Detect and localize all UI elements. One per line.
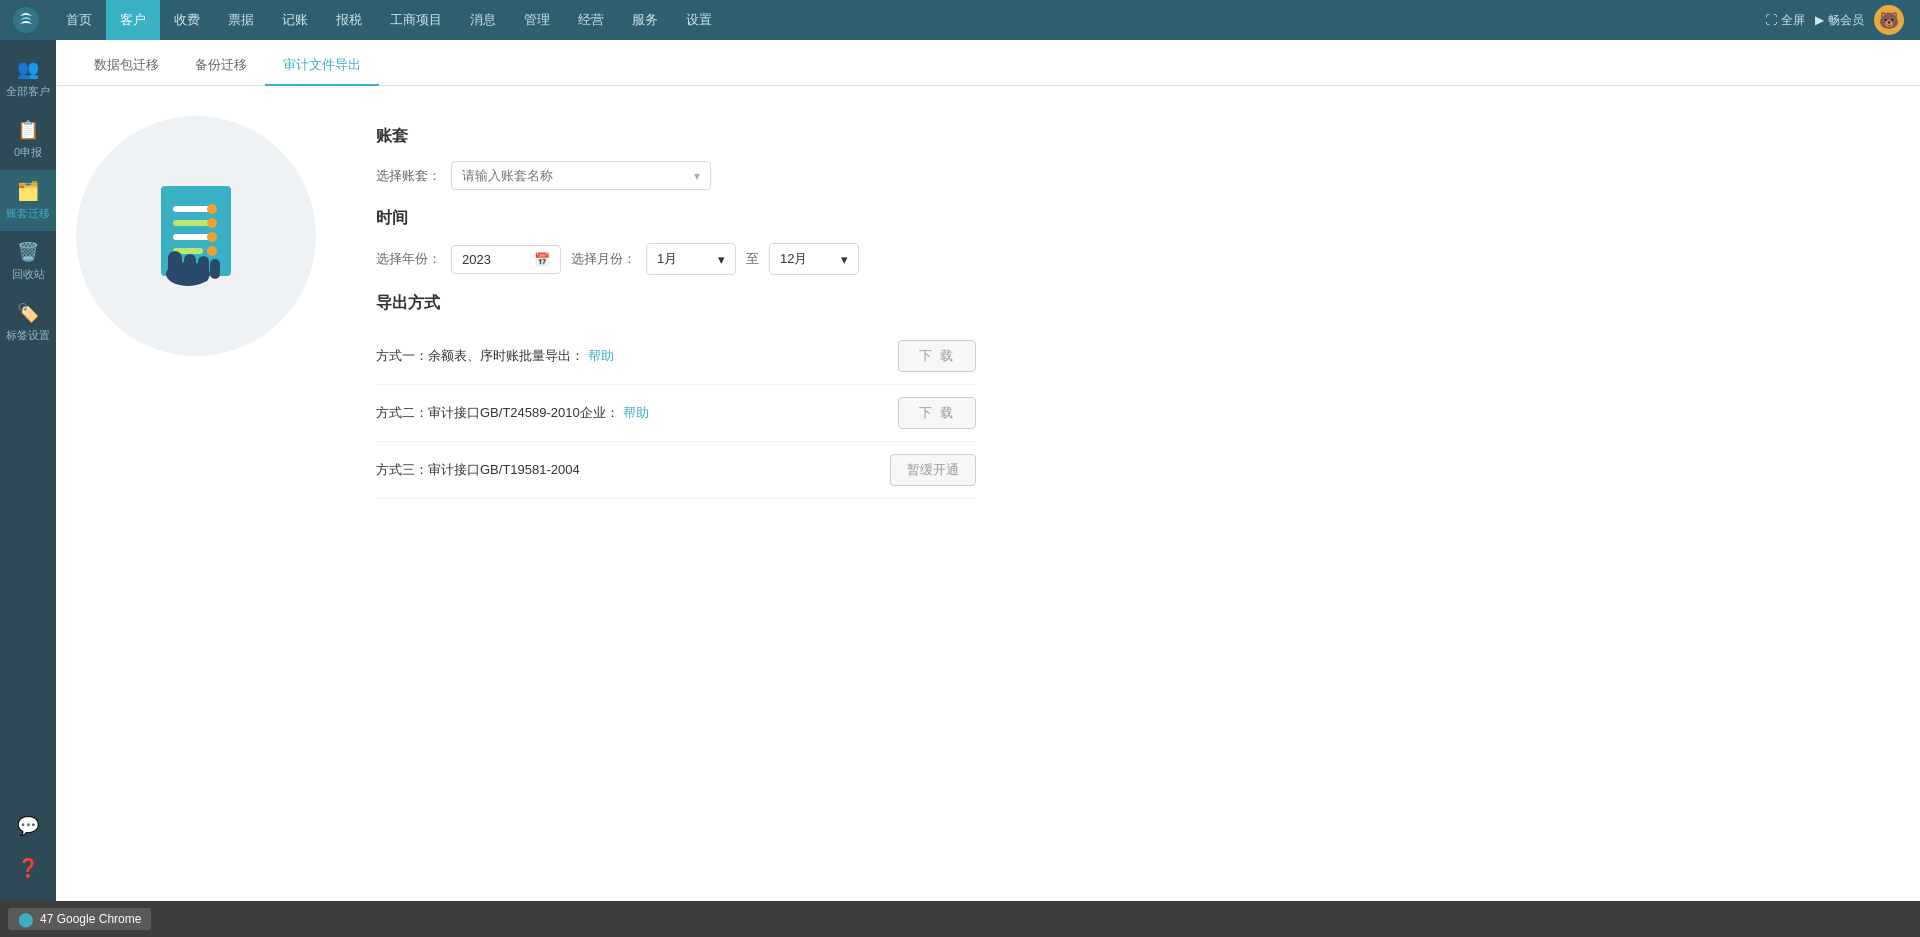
chat-icon: 💬 — [17, 815, 39, 837]
nav-charge[interactable]: 收费 — [160, 0, 214, 40]
sidebar-item-tag-settings[interactable]: 🏷️ 标签设置 — [0, 292, 56, 353]
fullscreen-icon: ⛶ — [1765, 13, 1777, 27]
svg-point-0 — [13, 7, 39, 33]
export-container: 账套 选择账套： ▾ 时间 选择年份： 2023 — [76, 116, 976, 499]
sidebar-item-label: 回收站 — [12, 267, 45, 282]
all-clients-icon: 👥 — [17, 58, 39, 80]
svg-rect-11 — [168, 251, 182, 281]
start-month-value: 1月 — [657, 250, 677, 268]
method-2-label: 方式二：审计接口GB/T24589-2010企业：帮助 — [376, 404, 649, 422]
end-month-select[interactable]: 12月 ▾ — [769, 243, 859, 275]
taskbar-chrome-label: 47 Google Chrome — [40, 912, 141, 926]
fullscreen-button[interactable]: ⛶ 全屏 — [1765, 12, 1805, 29]
method-3-label: 方式三：审计接口GB/T19581-2004 — [376, 461, 580, 479]
sidebar-item-label: 0申报 — [14, 145, 42, 160]
chevron-down-icon-end-month: ▾ — [841, 252, 848, 267]
sidebar-item-recycle[interactable]: 🗑️ 回收站 — [0, 231, 56, 292]
method-2-download-button[interactable]: 下 载 — [898, 397, 976, 429]
sidebar-item-all-clients[interactable]: 👥 全部客户 — [0, 48, 56, 109]
export-method-1: 方式一：余额表、序时账批量导出：帮助 下 载 — [376, 328, 976, 385]
tab-data-migration[interactable]: 数据包迁移 — [76, 46, 177, 86]
tab-bar: 数据包迁移 备份迁移 审计文件导出 — [56, 40, 1920, 86]
svg-point-6 — [207, 204, 217, 214]
sidebar-bottom: 💬 ❓ — [0, 805, 56, 901]
calendar-icon: 📅 — [534, 252, 550, 267]
member-icon: ▶ — [1815, 13, 1824, 27]
logo[interactable] — [8, 2, 44, 38]
end-month-value: 12月 — [780, 250, 807, 268]
svg-rect-12 — [184, 254, 196, 282]
method-1-label: 方式一：余额表、序时账批量导出：帮助 — [376, 347, 614, 365]
time-section-title: 时间 — [376, 208, 976, 229]
method-1-download-button[interactable]: 下 载 — [898, 340, 976, 372]
help-icon: ❓ — [17, 857, 39, 879]
main-layout: 👥 全部客户 📋 0申报 🗂️ 账套迁移 🗑️ 回收站 🏷️ 标签设置 💬 ❓ — [0, 40, 1920, 901]
page-content: 账套 选择账套： ▾ 时间 选择年份： 2023 — [56, 86, 1920, 901]
month-label: 选择月份： — [571, 250, 636, 268]
sidebar-item-help[interactable]: ❓ — [0, 847, 56, 889]
chevron-down-icon-month: ▾ — [718, 252, 725, 267]
export-method-2: 方式二：审计接口GB/T24589-2010企业：帮助 下 载 — [376, 385, 976, 442]
method-2-help-link[interactable]: 帮助 — [623, 405, 649, 420]
method-3-open-button[interactable]: 暂缓开通 — [890, 454, 976, 486]
svg-point-9 — [207, 246, 217, 256]
form-panel: 账套 选择账套： ▾ 时间 选择年份： 2023 — [376, 116, 976, 499]
user-avatar[interactable]: 🐻 — [1874, 5, 1904, 35]
nav-bookkeeping[interactable]: 记账 — [268, 0, 322, 40]
zero-decl-icon: 📋 — [17, 119, 39, 141]
export-method-3: 方式三：审计接口GB/T19581-2004 暂缓开通 — [376, 442, 976, 499]
top-navigation: 首页 客户 收费 票据 记账 报税 工商项目 消息 管理 经营 服务 设置 ⛶ … — [0, 0, 1920, 40]
nav-operation[interactable]: 经营 — [564, 0, 618, 40]
content-area: 数据包迁移 备份迁移 审计文件导出 — [56, 40, 1920, 901]
start-month-select[interactable]: 1月 ▾ — [646, 243, 736, 275]
time-select-row: 选择年份： 2023 📅 选择月份： 1月 ▾ 至 12月 — [376, 243, 976, 275]
nav-settings[interactable]: 设置 — [672, 0, 726, 40]
migration-icon: 🗂️ — [17, 180, 39, 202]
sidebar-item-migration[interactable]: 🗂️ 账套迁移 — [0, 170, 56, 231]
account-select-input[interactable]: ▾ — [451, 161, 711, 190]
svg-rect-14 — [210, 259, 220, 279]
method-1-help-link[interactable]: 帮助 — [588, 348, 614, 363]
export-section-title: 导出方式 — [376, 293, 976, 314]
year-label: 选择年份： — [376, 250, 441, 268]
taskbar-chrome[interactable]: ⬤ 47 Google Chrome — [8, 908, 151, 930]
tag-icon: 🏷️ — [17, 302, 39, 324]
chevron-down-icon: ▾ — [694, 169, 700, 183]
to-label: 至 — [746, 250, 759, 268]
taskbar: ⬤ 47 Google Chrome — [0, 901, 1920, 937]
sidebar-item-zero-declaration[interactable]: 📋 0申报 — [0, 109, 56, 170]
sidebar-item-label: 全部客户 — [6, 84, 50, 99]
sidebar: 👥 全部客户 📋 0申报 🗂️ 账套迁移 🗑️ 回收站 🏷️ 标签设置 💬 ❓ — [0, 40, 56, 901]
account-select-row: 选择账套： ▾ — [376, 161, 976, 190]
nav-client[interactable]: 客户 — [106, 0, 160, 40]
account-section-title: 账套 — [376, 126, 976, 147]
account-name-input[interactable] — [462, 168, 694, 183]
member-button[interactable]: ▶ 畅会员 — [1815, 12, 1864, 29]
export-illustration — [76, 116, 316, 356]
account-select-label: 选择账套： — [376, 167, 441, 185]
year-value: 2023 — [462, 252, 491, 267]
chrome-icon: ⬤ — [18, 911, 34, 927]
nav-message[interactable]: 消息 — [456, 0, 510, 40]
nav-home[interactable]: 首页 — [52, 0, 106, 40]
nav-items-list: 首页 客户 收费 票据 记账 报税 工商项目 消息 管理 经营 服务 设置 — [52, 0, 1765, 40]
svg-point-8 — [207, 232, 217, 242]
recycle-icon: 🗑️ — [17, 241, 39, 263]
nav-tax[interactable]: 报税 — [322, 0, 376, 40]
nav-business[interactable]: 工商项目 — [376, 0, 456, 40]
sidebar-item-chat[interactable]: 💬 — [0, 805, 56, 847]
nav-management[interactable]: 管理 — [510, 0, 564, 40]
tab-audit-export[interactable]: 审计文件导出 — [265, 46, 379, 86]
year-input[interactable]: 2023 📅 — [451, 245, 561, 274]
svg-rect-13 — [198, 256, 209, 282]
svg-point-7 — [207, 218, 217, 228]
nav-service[interactable]: 服务 — [618, 0, 672, 40]
nav-invoice[interactable]: 票据 — [214, 0, 268, 40]
sidebar-item-label: 账套迁移 — [6, 206, 50, 221]
tab-backup-migration[interactable]: 备份迁移 — [177, 46, 265, 86]
sidebar-item-label: 标签设置 — [6, 328, 50, 343]
top-nav-right: ⛶ 全屏 ▶ 畅会员 🐻 — [1765, 5, 1920, 35]
